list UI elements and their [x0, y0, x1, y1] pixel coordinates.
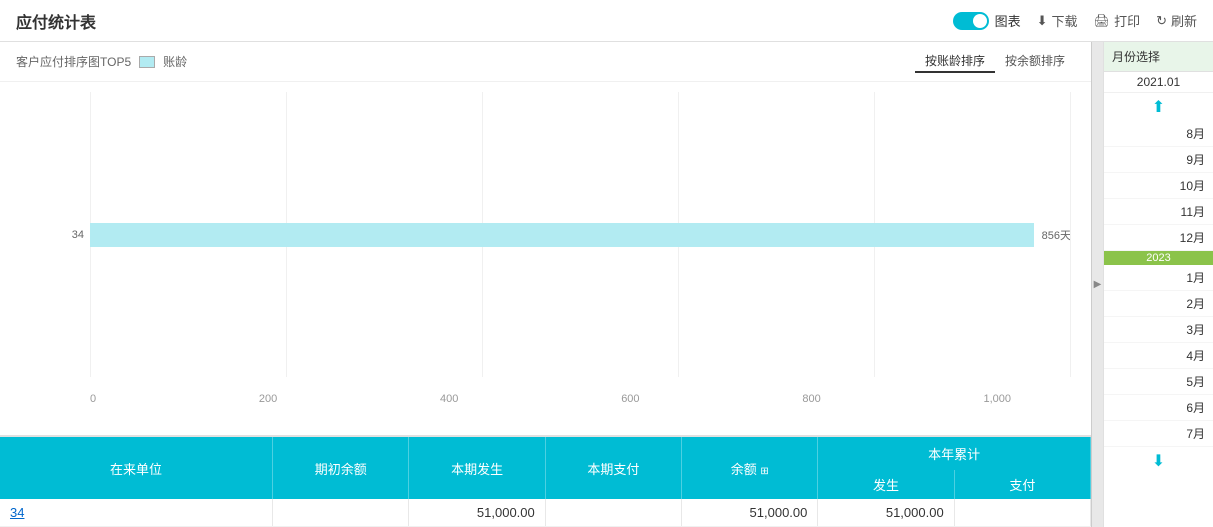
col-ytd-pay: 支付 — [954, 470, 1090, 499]
table-header-row: 在来单位 期初余额 本期发生 本期支付 余额 ⊞ 本年累计 — [0, 437, 1091, 470]
unit-link[interactable]: 34 — [10, 505, 24, 520]
cell-unit: 34 — [0, 499, 273, 527]
data-table: 在来单位 期初余额 本期发生 本期支付 余额 ⊞ 本年累计 发生 — [0, 437, 1091, 527]
scroll-up-button[interactable]: ⬆ — [1104, 93, 1213, 121]
bar-row: 34 856天 — [60, 223, 1071, 247]
chart-toggle-group[interactable]: 图表 — [953, 11, 1021, 30]
x-tick-0: 0 — [90, 393, 96, 405]
sidebar-month-item[interactable]: 8月 — [1104, 121, 1213, 147]
x-tick-4: 800 — [802, 393, 820, 405]
sidebar-month-item[interactable]: 3月 — [1104, 317, 1213, 343]
col-payment: 本期支付 — [545, 437, 681, 499]
chart-legend: 客户应付排序图TOP5 账龄 — [16, 53, 187, 70]
sidebar-month-item[interactable]: 6月 — [1104, 395, 1213, 421]
sort-by-age-button[interactable]: 按账龄排序 — [915, 50, 995, 73]
print-icon: 🖨 — [1094, 13, 1111, 29]
refresh-button[interactable]: ↻ 刷新 — [1156, 11, 1197, 30]
refresh-icon: ↻ — [1156, 13, 1167, 29]
legend-text: 客户应付排序图TOP5 — [16, 53, 131, 70]
cell-current: 51,000.00 — [409, 499, 545, 527]
legend-box-label: 账龄 — [163, 53, 187, 70]
print-button[interactable]: 🖨 打印 — [1094, 11, 1141, 30]
table-row: 34 51,000.00 51,000.00 51,000.00 — [0, 499, 1091, 527]
col-current: 本期发生 — [409, 437, 545, 499]
cell-ytd-occur: 51,000.00 — [818, 499, 954, 527]
col-ytd-occur: 发生 — [818, 470, 954, 499]
sidebar-month-item[interactable]: 7月 — [1104, 421, 1213, 447]
x-axis: 0 200 400 600 800 1,000 — [90, 393, 1011, 405]
download-button[interactable]: ⬇ 下载 — [1037, 11, 1078, 30]
sidebar-month-item[interactable]: 1月 — [1104, 265, 1213, 291]
sidebar-month-item[interactable]: 2月 — [1104, 291, 1213, 317]
x-tick-3: 600 — [621, 393, 639, 405]
header-actions: 图表 ⬇ 下载 🖨 打印 ↻ 刷新 — [953, 11, 1197, 30]
month-picker-sidebar: 月份选择 2021.01 ⬆ 8月9月10月11月12月20231月2月3月4月… — [1103, 42, 1213, 527]
bar-y-label: 34 — [60, 229, 90, 241]
sidebar-month-item[interactable]: 9月 — [1104, 147, 1213, 173]
chart-toggle[interactable] — [953, 12, 989, 30]
cell-balance: 51,000.00 — [682, 499, 818, 527]
x-tick-2: 400 — [440, 393, 458, 405]
x-tick-5: 1,000 — [983, 393, 1011, 405]
collapse-icon: ▶ — [1094, 279, 1102, 290]
col-ytd: 本年累计 — [818, 437, 1091, 470]
x-tick-1: 200 — [259, 393, 277, 405]
sidebar-header: 月份选择 — [1104, 42, 1213, 72]
page-title: 应付统计表 — [16, 9, 96, 33]
col-opening: 期初余额 — [273, 437, 409, 499]
scroll-down-button[interactable]: ⬇ — [1104, 447, 1213, 475]
sidebar-header-label: 月份选择 — [1112, 48, 1160, 65]
table-section: 在来单位 期初余额 本期发生 本期支付 余额 ⊞ 本年累计 发生 — [0, 435, 1091, 527]
chart-body: 34 856天 0 200 400 600 800 1,000 — [0, 82, 1091, 435]
cell-payment — [545, 499, 681, 527]
chart-header: 客户应付排序图TOP5 账龄 按账龄排序 按余额排序 — [0, 42, 1091, 82]
col-balance: 余额 ⊞ — [682, 437, 818, 499]
bar-end-label: 856天 — [1042, 227, 1071, 243]
chart-sort-buttons: 按账龄排序 按余额排序 — [915, 50, 1075, 73]
bar-fill — [90, 223, 1034, 247]
sort-by-balance-button[interactable]: 按余额排序 — [995, 50, 1075, 73]
sidebar-month-item[interactable]: 10月 — [1104, 173, 1213, 199]
chart-toggle-label: 图表 — [995, 11, 1021, 30]
sidebar-month-item[interactable]: 5月 — [1104, 369, 1213, 395]
chevron-up-icon: ⬆ — [1152, 97, 1165, 117]
sidebar-month-item[interactable]: 12月 — [1104, 225, 1213, 251]
download-icon: ⬇ — [1037, 13, 1048, 29]
month-list: 8月9月10月11月12月20231月2月3月4月5月6月7月 — [1104, 121, 1213, 447]
cell-ytd-pay — [954, 499, 1090, 527]
sidebar-month-item[interactable]: 11月 — [1104, 199, 1213, 225]
sidebar-month-item[interactable]: 4月 — [1104, 343, 1213, 369]
chevron-down-icon: ⬇ — [1152, 451, 1165, 471]
legend-box — [139, 56, 155, 68]
col-unit: 在来单位 — [0, 437, 273, 499]
sidebar-year-value: 2021.01 — [1104, 72, 1213, 93]
sidebar-year-badge: 2023 — [1104, 251, 1213, 265]
sidebar-collapse-button[interactable]: ▶ — [1091, 42, 1103, 527]
cell-opening — [273, 499, 409, 527]
